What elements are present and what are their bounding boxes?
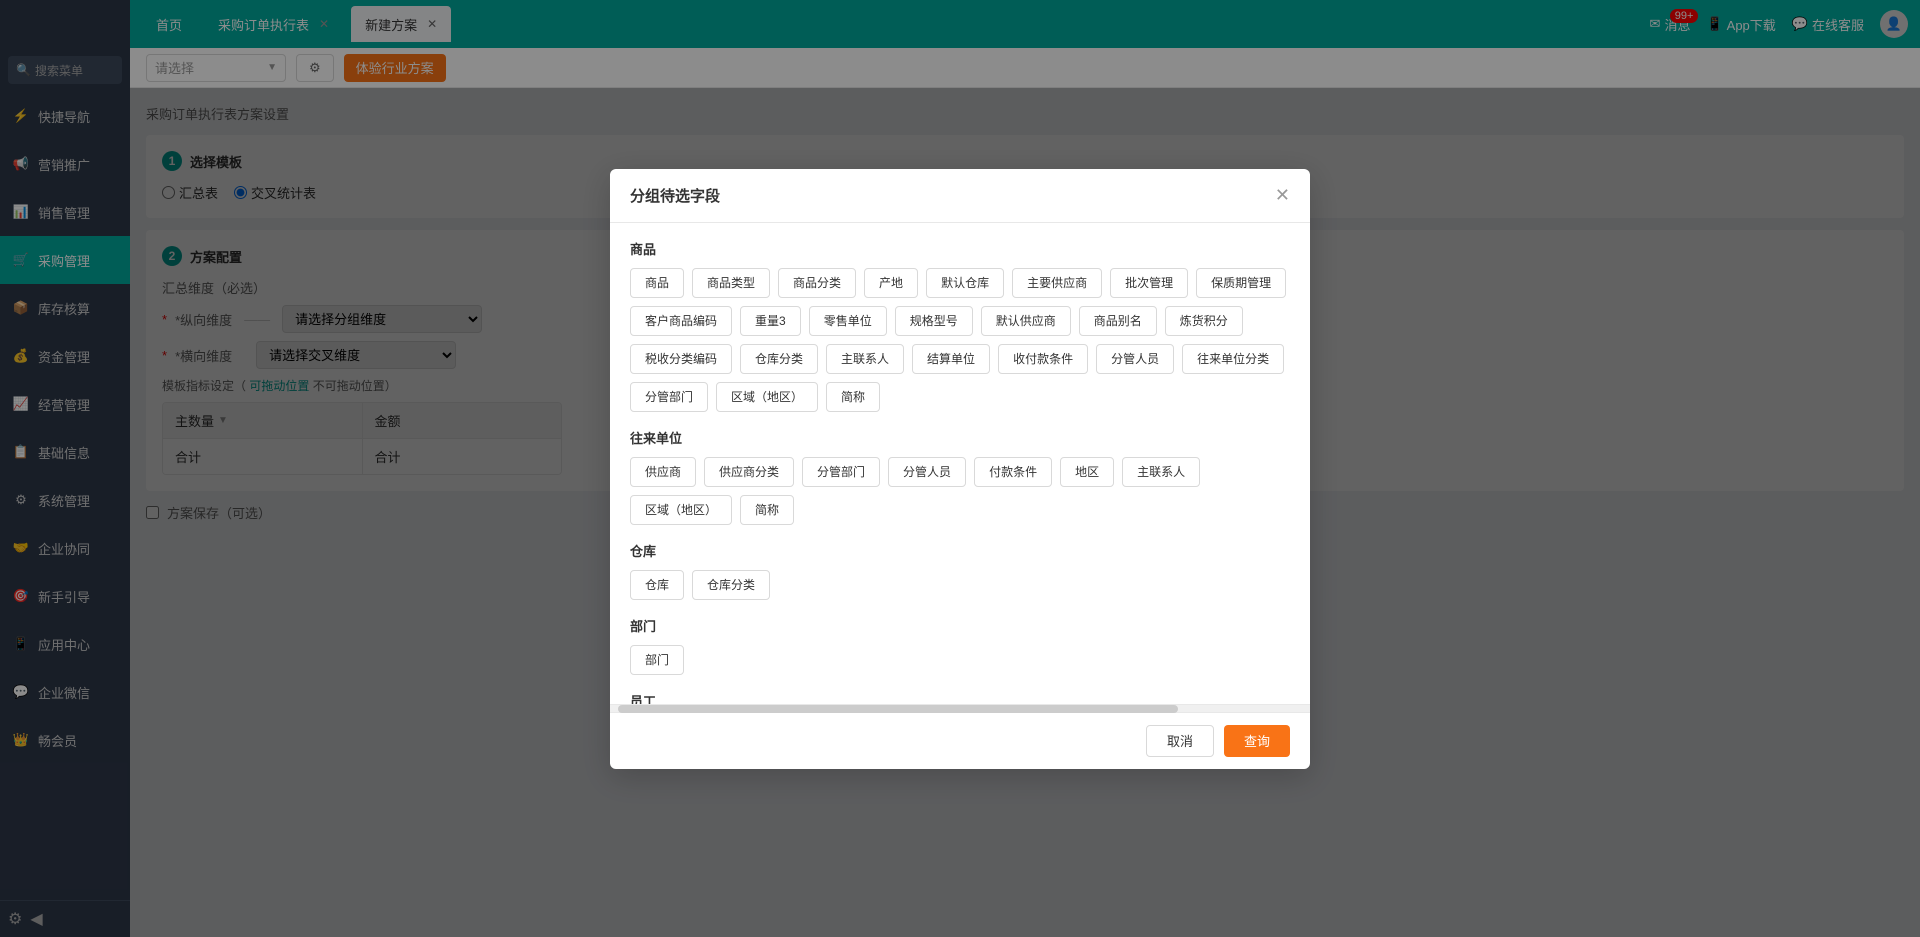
field-tag-goods-18[interactable]: 结算单位 — [912, 344, 990, 374]
section-partner: 往来单位 供应商 供应商分类 分管部门 分管人员 付款条件 地区 主联系人 区域… — [630, 428, 1290, 525]
modal-dialog: 分组待选字段 ✕ 商品 商品 商品类型 商品分类 产地 默认仓库 主要供应商 批… — [610, 169, 1310, 769]
field-tag-goods-10[interactable]: 零售单位 — [809, 306, 887, 336]
field-tag-goods-21[interactable]: 往来单位分类 — [1182, 344, 1284, 374]
section-department-tags: 部门 — [630, 645, 1290, 675]
field-tag-goods-2[interactable]: 商品分类 — [778, 268, 856, 298]
field-tag-partner-6[interactable]: 主联系人 — [1122, 457, 1200, 487]
field-tag-goods-6[interactable]: 批次管理 — [1110, 268, 1188, 298]
modal-hscroll-thumb — [618, 705, 1178, 713]
field-tag-warehouse-1[interactable]: 仓库分类 — [692, 570, 770, 600]
section-goods-title: 商品 — [630, 239, 1290, 258]
modal-overlay: 分组待选字段 ✕ 商品 商品 商品类型 商品分类 产地 默认仓库 主要供应商 批… — [0, 0, 1920, 937]
section-warehouse-title: 仓库 — [630, 541, 1290, 560]
section-department: 部门 部门 — [630, 616, 1290, 675]
modal-horizontal-scrollbar[interactable] — [610, 704, 1310, 712]
field-tag-goods-8[interactable]: 客户商品编码 — [630, 306, 732, 336]
field-tag-goods-17[interactable]: 主联系人 — [826, 344, 904, 374]
section-goods: 商品 商品 商品类型 商品分类 产地 默认仓库 主要供应商 批次管理 保质期管理… — [630, 239, 1290, 412]
field-tag-goods-9[interactable]: 重量3 — [740, 306, 801, 336]
section-warehouse: 仓库 仓库 仓库分类 — [630, 541, 1290, 600]
field-tag-partner-8[interactable]: 简称 — [740, 495, 794, 525]
modal-title: 分组待选字段 — [630, 185, 720, 206]
field-tag-goods-16[interactable]: 仓库分类 — [740, 344, 818, 374]
field-tag-goods-22[interactable]: 分管部门 — [630, 382, 708, 412]
section-partner-title: 往来单位 — [630, 428, 1290, 447]
section-employee-title: 员工 — [630, 691, 1290, 704]
modal-footer: 取消 查询 — [610, 712, 1310, 769]
field-tag-goods-14[interactable]: 炼货积分 — [1165, 306, 1243, 336]
field-tag-goods-20[interactable]: 分管人员 — [1096, 344, 1174, 374]
field-tag-goods-5[interactable]: 主要供应商 — [1012, 268, 1102, 298]
field-tag-goods-15[interactable]: 税收分类编码 — [630, 344, 732, 374]
field-tag-partner-2[interactable]: 分管部门 — [802, 457, 880, 487]
field-tag-goods-12[interactable]: 默认供应商 — [981, 306, 1071, 336]
modal-body: 商品 商品 商品类型 商品分类 产地 默认仓库 主要供应商 批次管理 保质期管理… — [610, 223, 1310, 704]
field-tag-goods-23[interactable]: 区域（地区） — [716, 382, 818, 412]
field-tag-partner-5[interactable]: 地区 — [1060, 457, 1114, 487]
field-tag-partner-3[interactable]: 分管人员 — [888, 457, 966, 487]
field-tag-goods-13[interactable]: 商品别名 — [1079, 306, 1157, 336]
field-tag-partner-0[interactable]: 供应商 — [630, 457, 696, 487]
field-tag-goods-7[interactable]: 保质期管理 — [1196, 268, 1286, 298]
modal-header: 分组待选字段 ✕ — [610, 169, 1310, 223]
field-tag-goods-4[interactable]: 默认仓库 — [926, 268, 1004, 298]
field-tag-partner-7[interactable]: 区域（地区） — [630, 495, 732, 525]
section-warehouse-tags: 仓库 仓库分类 — [630, 570, 1290, 600]
field-tag-goods-24[interactable]: 简称 — [826, 382, 880, 412]
modal-confirm-btn[interactable]: 查询 — [1224, 725, 1290, 757]
field-tag-dept-0[interactable]: 部门 — [630, 645, 684, 675]
field-tag-goods-0[interactable]: 商品 — [630, 268, 684, 298]
section-partner-tags: 供应商 供应商分类 分管部门 分管人员 付款条件 地区 主联系人 区域（地区） … — [630, 457, 1290, 525]
modal-cancel-btn[interactable]: 取消 — [1146, 725, 1214, 757]
field-tag-warehouse-0[interactable]: 仓库 — [630, 570, 684, 600]
modal-close-btn[interactable]: ✕ — [1275, 186, 1290, 204]
field-tag-partner-1[interactable]: 供应商分类 — [704, 457, 794, 487]
section-department-title: 部门 — [630, 616, 1290, 635]
field-tag-goods-19[interactable]: 收付款条件 — [998, 344, 1088, 374]
field-tag-goods-3[interactable]: 产地 — [864, 268, 918, 298]
section-employee: 员工 业务员 — [630, 691, 1290, 704]
section-goods-tags: 商品 商品类型 商品分类 产地 默认仓库 主要供应商 批次管理 保质期管理 客户… — [630, 268, 1290, 412]
field-tag-goods-1[interactable]: 商品类型 — [692, 268, 770, 298]
field-tag-goods-11[interactable]: 规格型号 — [895, 306, 973, 336]
field-tag-partner-4[interactable]: 付款条件 — [974, 457, 1052, 487]
